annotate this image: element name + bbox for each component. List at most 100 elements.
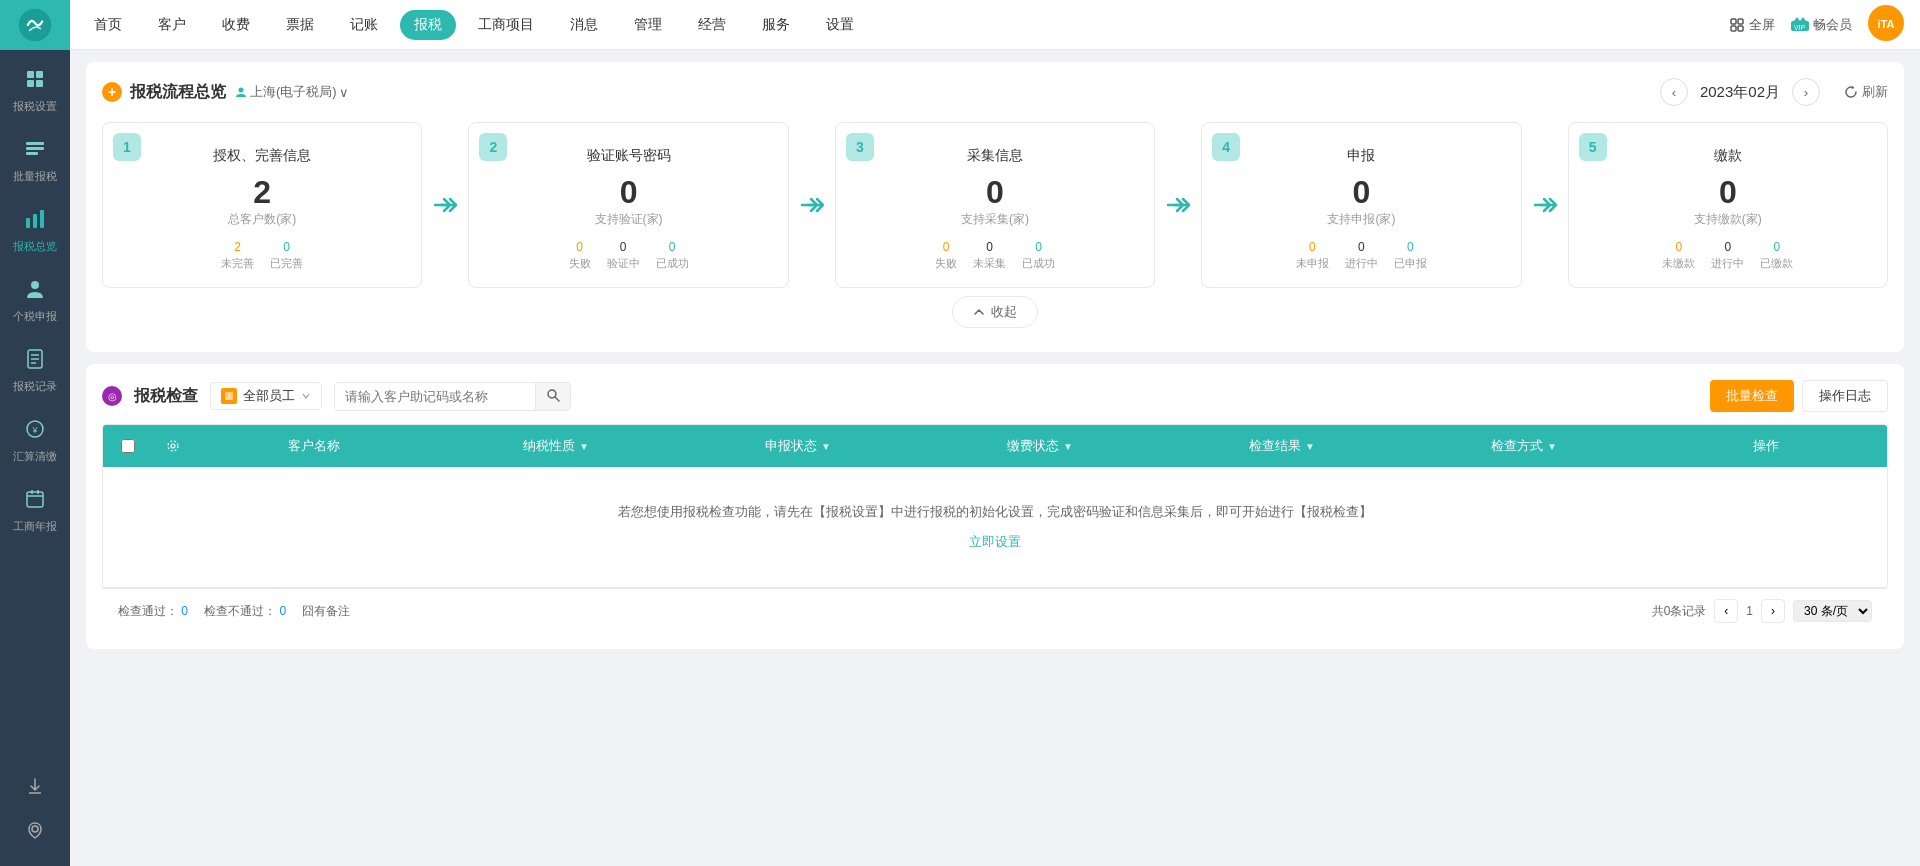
- step-3-stat-1-value[interactable]: 0: [973, 240, 1006, 254]
- nav-customer[interactable]: 客户: [144, 10, 200, 40]
- step-4-stat-2-value[interactable]: 0: [1394, 240, 1427, 254]
- nav-tax[interactable]: 报税: [400, 10, 456, 40]
- filter-icon-result[interactable]: ▼: [1305, 441, 1315, 452]
- th-gear[interactable]: [153, 425, 193, 467]
- step-4-stat-0-value[interactable]: 0: [1296, 240, 1329, 254]
- step-3-stat-0-label: 失败: [935, 256, 957, 271]
- tax-settings-icon: [24, 68, 46, 95]
- step-3-stat-2-value[interactable]: 0: [1022, 240, 1055, 254]
- step-5-stats: 0 未缴款 0 进行中 0 已缴款: [1662, 240, 1793, 271]
- step-4-stats: 0 未申报 0 进行中 0 已申报: [1296, 240, 1427, 271]
- step-1-stat-1-value[interactable]: 0: [270, 240, 303, 254]
- th-checkbox[interactable]: [103, 425, 153, 467]
- vip-btn[interactable]: VIP 畅会员: [1791, 16, 1852, 34]
- nav-accounting[interactable]: 记账: [336, 10, 392, 40]
- logo[interactable]: [0, 0, 70, 50]
- table-body-empty: 若您想使用报税检查功能，请先在【报税设置】中进行报税的初始化设置，完成密码验证和…: [103, 467, 1887, 587]
- employee-filter[interactable]: 人 全部员工: [210, 382, 322, 410]
- svg-rect-20: [40, 210, 44, 228]
- nav-fee[interactable]: 收费: [208, 10, 264, 40]
- batch-check-btn[interactable]: 批量检查: [1710, 380, 1794, 412]
- step-4-unit: 支持申报(家): [1327, 211, 1395, 228]
- nav-operation[interactable]: 经营: [684, 10, 740, 40]
- check-icon: ◎: [102, 386, 122, 406]
- step-1-stat-0-value[interactable]: 2: [221, 240, 254, 254]
- sidebar-download[interactable]: [0, 766, 70, 806]
- fullscreen-btn[interactable]: 全屏: [1729, 16, 1775, 34]
- month-display: 2023年02月: [1700, 83, 1780, 102]
- total-records: 共0条记录: [1652, 603, 1707, 620]
- step-2-stat-0-value[interactable]: 0: [569, 240, 591, 254]
- fail-label: 检查不通过：: [204, 604, 276, 618]
- sidebar-item-annual-report[interactable]: 工商年报: [0, 478, 70, 544]
- svg-rect-16: [26, 147, 44, 150]
- step-1-unit: 总客户数(家): [228, 211, 296, 228]
- dropdown-icon: ∨: [339, 85, 349, 100]
- nav-message[interactable]: 消息: [556, 10, 612, 40]
- svg-text:人: 人: [226, 393, 233, 401]
- search-input[interactable]: [335, 384, 535, 409]
- collapse-btn[interactable]: 收起: [952, 296, 1038, 328]
- step-5-stat-1-value[interactable]: 0: [1711, 240, 1744, 254]
- step-5-stat-2-value[interactable]: 0: [1760, 240, 1793, 254]
- svg-rect-2: [1738, 19, 1743, 24]
- search-wrap: [334, 382, 571, 411]
- prev-page-btn[interactable]: ‹: [1714, 599, 1738, 623]
- collapse-label: 收起: [991, 303, 1017, 321]
- step-3-stat-1-label: 未采集: [973, 256, 1006, 271]
- step-4-stat-1-value[interactable]: 0: [1345, 240, 1378, 254]
- step-1-stats: 2 未完善 0 已完善: [221, 240, 303, 271]
- sidebar-item-settlement[interactable]: ¥ 汇算清缴: [0, 408, 70, 474]
- step-2-stat-2-label: 已成功: [656, 256, 689, 271]
- nav-invoice[interactable]: 票据: [272, 10, 328, 40]
- sidebar-item-tax-overview[interactable]: 报税总览: [0, 198, 70, 264]
- operation-log-btn[interactable]: 操作日志: [1802, 380, 1888, 412]
- settlement-icon: ¥: [24, 418, 46, 445]
- select-all-checkbox[interactable]: [121, 439, 135, 453]
- per-page-select[interactable]: 30 条/页: [1793, 600, 1872, 622]
- filter-icon-declare[interactable]: ▼: [821, 441, 831, 452]
- top-nav: 首页 客户 收费 票据 记账 报税 工商项目 消息 管理 经营 服务 设置 全屏: [0, 0, 1920, 50]
- filter-icon-pay[interactable]: ▼: [1063, 441, 1073, 452]
- refresh-btn[interactable]: 刷新: [1844, 83, 1888, 101]
- nav-manage[interactable]: 管理: [620, 10, 676, 40]
- step-5-stat-0-value[interactable]: 0: [1662, 240, 1695, 254]
- avatar[interactable]: iTA: [1868, 5, 1904, 44]
- sidebar-item-tax-record[interactable]: 报税记录: [0, 338, 70, 404]
- collapse-row: 收起: [102, 288, 1888, 336]
- search-button[interactable]: [535, 383, 570, 410]
- sidebar-item-tax-settings[interactable]: 报税设置: [0, 58, 70, 124]
- filter-icon-tax-nature[interactable]: ▼: [579, 441, 589, 452]
- pass-value[interactable]: 0: [181, 604, 188, 618]
- filter-icon-method[interactable]: ▼: [1547, 441, 1557, 452]
- sidebar-location[interactable]: [0, 810, 70, 850]
- nav-settings[interactable]: 设置: [812, 10, 868, 40]
- svg-rect-28: [27, 492, 43, 507]
- step-2-stat-2-value[interactable]: 0: [656, 240, 689, 254]
- refresh-icon: [1844, 85, 1858, 99]
- sidebar: 报税设置 批量报税 报税总览: [0, 50, 70, 866]
- sidebar-item-batch-tax[interactable]: 批量报税: [0, 128, 70, 194]
- step-2-stat-1-value[interactable]: 0: [607, 240, 640, 254]
- nav-home[interactable]: 首页: [80, 10, 136, 40]
- fail-value[interactable]: 0: [279, 604, 286, 618]
- nav-items: 首页 客户 收费 票据 记账 报税 工商项目 消息 管理 经营 服务 设置: [70, 10, 1729, 40]
- sidebar-item-personal-tax[interactable]: 个税申报: [0, 268, 70, 334]
- setup-link[interactable]: 立即设置: [969, 533, 1021, 551]
- step-3-unit: 支持采集(家): [961, 211, 1029, 228]
- nav-business[interactable]: 工商项目: [464, 10, 548, 40]
- sidebar-label-tax-overview: 报税总览: [13, 239, 57, 254]
- prev-month-btn[interactable]: ‹: [1660, 78, 1688, 106]
- svg-marker-7: [1800, 17, 1806, 21]
- step-4-number: 4: [1212, 133, 1240, 161]
- next-month-btn[interactable]: ›: [1792, 78, 1820, 106]
- step-3-stats: 0 失败 0 未采集 0 已成功: [935, 240, 1055, 271]
- th-customer-name: 客户名称: [193, 425, 435, 467]
- nav-service[interactable]: 服务: [748, 10, 804, 40]
- overview-plus-icon: +: [102, 82, 122, 102]
- step-3-stat-0-value[interactable]: 0: [935, 240, 957, 254]
- th-operation: 操作: [1645, 425, 1887, 467]
- step-collect: 3 采集信息 0 支持采集(家) 0 失败 0 未采集: [835, 122, 1155, 288]
- next-page-btn[interactable]: ›: [1761, 599, 1785, 623]
- location-selector[interactable]: 上海(电子税局) ∨: [234, 83, 349, 101]
